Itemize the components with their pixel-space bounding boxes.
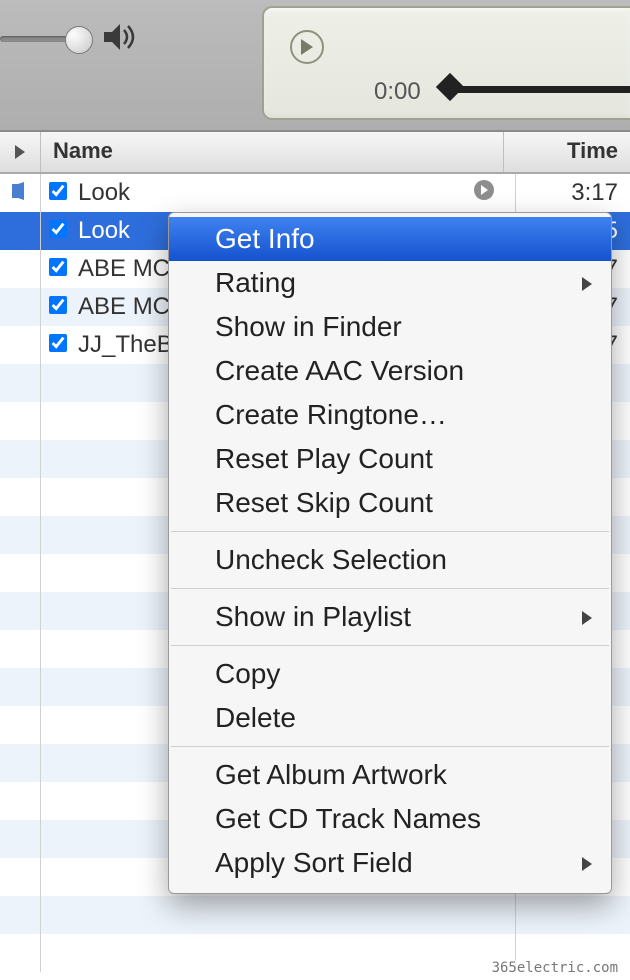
menu-item[interactable]: Uncheck Selection [169, 538, 611, 582]
play-icon[interactable] [290, 30, 324, 64]
menu-separator [171, 588, 609, 589]
column-play-indicator[interactable] [0, 132, 41, 172]
watermark: 365electric.com [488, 960, 622, 976]
track-checkbox[interactable] [40, 179, 74, 207]
menu-item[interactable]: Get CD Track Names [169, 797, 611, 841]
arrow-right-icon[interactable] [464, 179, 504, 208]
table-row[interactable]: Look 3:17 [0, 174, 630, 212]
menu-separator [171, 531, 609, 532]
chevron-right-icon [581, 847, 593, 879]
menu-item[interactable]: Rating [169, 261, 611, 305]
menu-item[interactable]: Reset Play Count [169, 437, 611, 481]
chevron-right-icon [581, 601, 593, 633]
menu-item[interactable]: Get Album Artwork [169, 753, 611, 797]
track-checkbox[interactable] [40, 293, 74, 321]
lcd-display: 0:00 [262, 6, 630, 120]
menu-separator [171, 746, 609, 747]
menu-item[interactable]: Copy [169, 652, 611, 696]
lcd-time: 0:00 [374, 78, 421, 106]
volume-icon [102, 22, 138, 58]
menu-item[interactable]: Get Info [169, 217, 611, 261]
column-header-time[interactable]: Time [504, 132, 630, 172]
menu-item[interactable]: Delete [169, 696, 611, 740]
menu-separator [171, 645, 609, 646]
menu-item[interactable]: Create AAC Version [169, 349, 611, 393]
column-header-name[interactable]: Name [41, 132, 504, 172]
track-time: 3:17 [504, 179, 630, 207]
chevron-right-icon [581, 267, 593, 299]
volume-slider-thumb[interactable] [65, 26, 93, 54]
track-checkbox[interactable] [40, 217, 74, 245]
menu-item[interactable]: Show in Finder [169, 305, 611, 349]
lcd-scrubber[interactable] [450, 86, 630, 93]
context-menu: Get InfoRatingShow in FinderCreate AAC V… [168, 212, 612, 894]
now-playing-icon [0, 179, 40, 207]
track-checkbox[interactable] [40, 255, 74, 283]
toolbar: 0:00 [0, 0, 630, 132]
table-header: Name Time [0, 132, 630, 174]
menu-item[interactable]: Reset Skip Count [169, 481, 611, 525]
track-name: Look [74, 179, 464, 207]
track-checkbox[interactable] [40, 331, 74, 359]
menu-item[interactable]: Apply Sort Field [169, 841, 611, 885]
menu-item[interactable]: Show in Playlist [169, 595, 611, 639]
menu-item[interactable]: Create Ringtone… [169, 393, 611, 437]
table-row [0, 896, 630, 934]
